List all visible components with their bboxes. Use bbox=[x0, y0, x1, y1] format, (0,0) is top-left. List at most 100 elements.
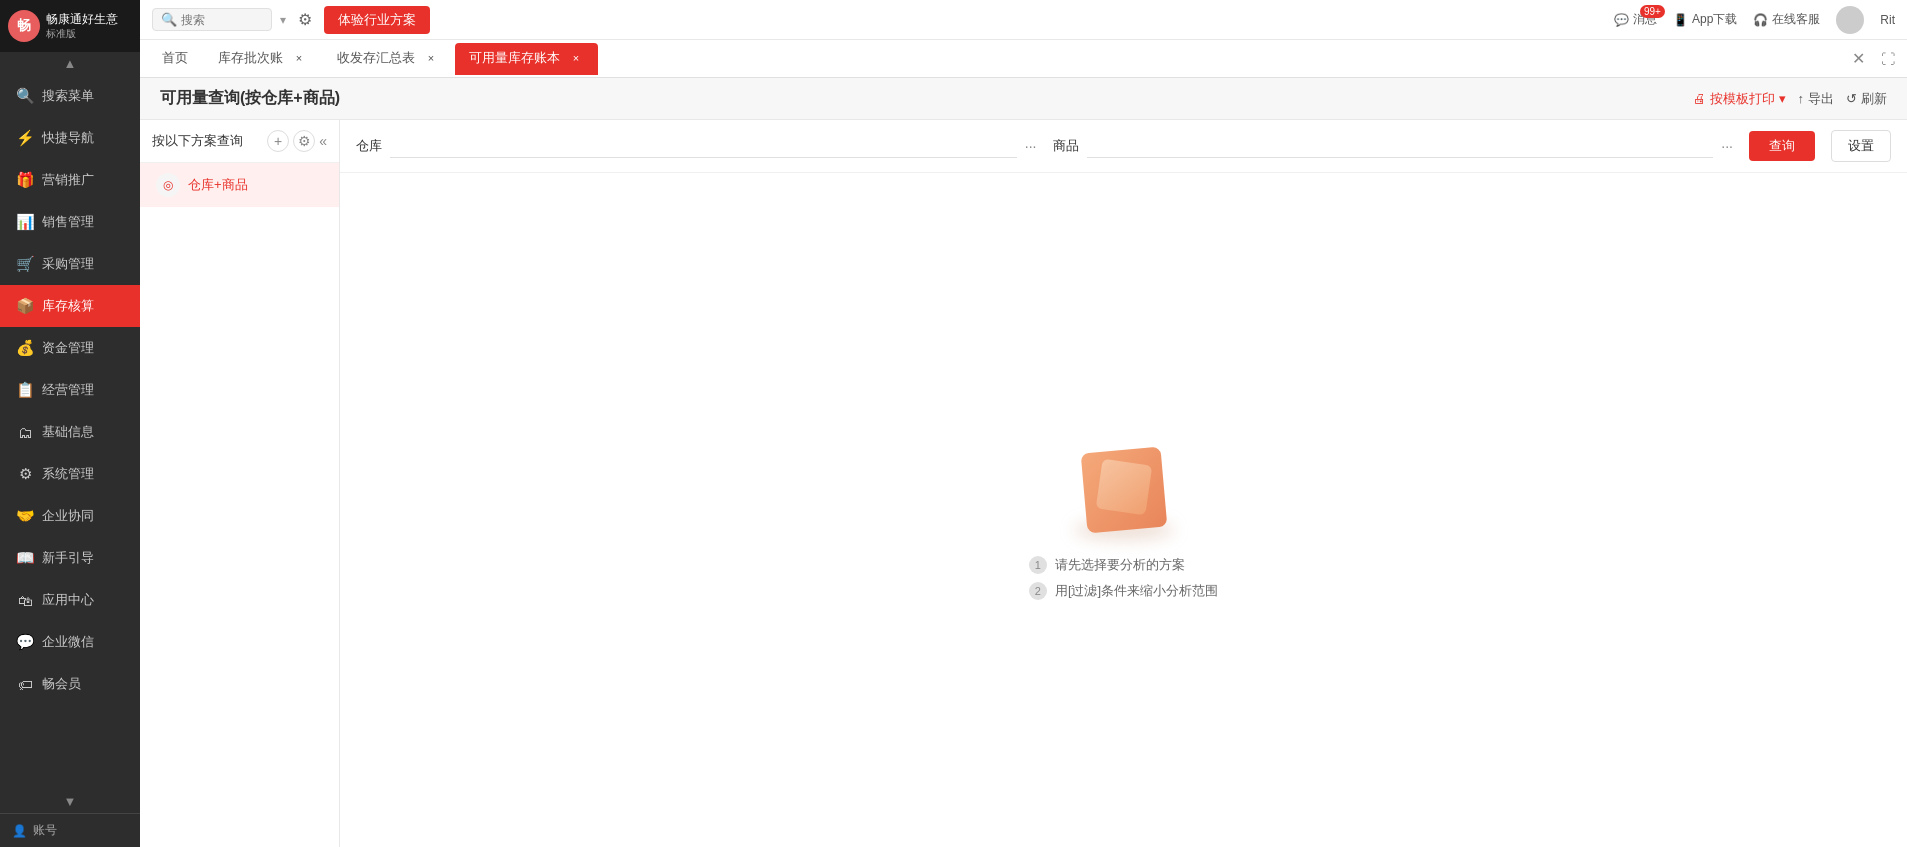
topbar-actions: 💬 消息 99+ 📱 App下载 🎧 在线客服 Rit bbox=[1614, 6, 1895, 34]
tabsbar: 首页 库存批次账 × 收发存汇总表 × 可用量库存账本 × ✕ ⛶ bbox=[140, 40, 1907, 78]
gift-icon: 🎁 bbox=[16, 171, 34, 189]
sidebar: 畅 畅康通好生意 标准版 ▲ 🔍 搜索菜单 ⚡ 快捷导航 🎁 营销推广 📊 销售… bbox=[0, 0, 140, 847]
search-icon: 🔍 bbox=[16, 87, 34, 105]
tabsbar-expand-icon[interactable]: ⛶ bbox=[1877, 49, 1899, 69]
sidebar-item-label: 经营管理 bbox=[42, 381, 94, 399]
industry-solution-button[interactable]: 体验行业方案 bbox=[324, 6, 430, 34]
sidebar-item-appstore[interactable]: 🛍 应用中心 bbox=[0, 579, 140, 621]
export-icon: ↑ bbox=[1798, 91, 1805, 106]
sidebar-item-label: 基础信息 bbox=[42, 423, 94, 441]
sidebar-header: 畅 畅康通好生意 标准版 bbox=[0, 0, 140, 52]
message-button[interactable]: 💬 消息 99+ bbox=[1614, 11, 1657, 28]
topbar-search-box[interactable]: 🔍 bbox=[152, 8, 272, 31]
tab-batch-close[interactable]: × bbox=[291, 50, 307, 66]
search-input[interactable] bbox=[181, 13, 261, 27]
clipboard-icon: 📋 bbox=[16, 381, 34, 399]
empty-hint-2: 2 用[过滤]条件来缩小分析范围 bbox=[1029, 582, 1218, 600]
refresh-icon: ↺ bbox=[1846, 91, 1857, 106]
warehouse-input[interactable] bbox=[390, 134, 1017, 158]
cart-icon: 🛒 bbox=[16, 255, 34, 273]
page-title: 可用量查询(按仓库+商品) bbox=[160, 88, 340, 109]
empty-state: 1 请先选择要分析的方案 2 用[过滤]条件来缩小分析范围 bbox=[340, 173, 1907, 847]
empty-hints: 1 请先选择要分析的方案 2 用[过滤]条件来缩小分析范围 bbox=[1029, 556, 1218, 600]
sidebar-footer[interactable]: 👤 账号 bbox=[0, 813, 140, 847]
tab-batch-label: 库存批次账 bbox=[218, 49, 283, 67]
scheme-collapse-button[interactable]: « bbox=[319, 133, 327, 149]
sidebar-scroll-down[interactable]: ▼ bbox=[0, 790, 140, 813]
money-icon: 💰 bbox=[16, 339, 34, 357]
product-label: 商品 bbox=[1053, 137, 1079, 155]
sidebar-item-operations[interactable]: 📋 经营管理 bbox=[0, 369, 140, 411]
refresh-button[interactable]: ↺ 刷新 bbox=[1846, 90, 1887, 108]
sidebar-nav: 🔍 搜索菜单 ⚡ 快捷导航 🎁 营销推广 📊 销售管理 🛒 采购管理 📦 库存核… bbox=[0, 75, 140, 790]
tab-summary-close[interactable]: × bbox=[423, 50, 439, 66]
tab-available-label: 可用量库存账本 bbox=[469, 49, 560, 67]
sidebar-title-block: 畅康通好生意 标准版 bbox=[46, 11, 118, 42]
sidebar-item-enterprise[interactable]: 🤝 企业协同 bbox=[0, 495, 140, 537]
sidebar-item-guide[interactable]: 📖 新手引导 bbox=[0, 537, 140, 579]
tab-summary[interactable]: 收发存汇总表 × bbox=[323, 43, 453, 75]
sidebar-item-sales[interactable]: 📊 销售管理 bbox=[0, 201, 140, 243]
folder-icon: 🗂 bbox=[16, 424, 34, 441]
query-button[interactable]: 查询 bbox=[1749, 131, 1815, 161]
sidebar-item-label: 销售管理 bbox=[42, 213, 94, 231]
print-button[interactable]: 🖨 按模板打印 ▾ bbox=[1693, 90, 1786, 108]
sidebar-scroll-up[interactable]: ▲ bbox=[0, 52, 140, 75]
tabsbar-close-icon[interactable]: ✕ bbox=[1848, 47, 1869, 70]
product-input[interactable] bbox=[1087, 134, 1714, 158]
wechat-icon: 💬 bbox=[16, 633, 34, 651]
customer-service-button[interactable]: 🎧 在线客服 bbox=[1753, 11, 1820, 28]
scheme-add-button[interactable]: + bbox=[267, 130, 289, 152]
sidebar-item-basic[interactable]: 🗂 基础信息 bbox=[0, 411, 140, 453]
tab-available[interactable]: 可用量库存账本 × bbox=[455, 43, 598, 75]
hint-2-label: 用[过滤]条件来缩小分析范围 bbox=[1055, 582, 1218, 600]
print-label: 按模板打印 bbox=[1710, 90, 1775, 108]
sidebar-item-quicknav[interactable]: ⚡ 快捷导航 bbox=[0, 117, 140, 159]
message-icon: 💬 bbox=[1614, 13, 1629, 27]
sidebar-item-member[interactable]: 🏷 畅会员 bbox=[0, 663, 140, 705]
sidebar-item-search[interactable]: 🔍 搜索菜单 bbox=[0, 75, 140, 117]
app-download-button[interactable]: 📱 App下载 bbox=[1673, 11, 1737, 28]
sidebar-item-label: 库存核算 bbox=[42, 297, 94, 315]
sidebar-item-system[interactable]: ⚙ 系统管理 bbox=[0, 453, 140, 495]
sidebar-item-label: 企业微信 bbox=[42, 633, 94, 651]
gear-icon: ⚙ bbox=[16, 465, 34, 483]
scheme-settings-button[interactable]: ⚙ bbox=[293, 130, 315, 152]
warehouse-field: 仓库 ··· bbox=[356, 134, 1037, 158]
sidebar-item-marketing[interactable]: 🎁 营销推广 bbox=[0, 159, 140, 201]
avatar bbox=[1836, 6, 1864, 34]
chart-icon: 📊 bbox=[16, 213, 34, 231]
sidebar-item-purchase[interactable]: 🛒 采购管理 bbox=[0, 243, 140, 285]
book-icon: 📖 bbox=[16, 549, 34, 567]
headphone-icon: 🎧 bbox=[1753, 13, 1768, 27]
tab-available-close[interactable]: × bbox=[568, 50, 584, 66]
hint-1-label: 请先选择要分析的方案 bbox=[1055, 556, 1185, 574]
tab-summary-label: 收发存汇总表 bbox=[337, 49, 415, 67]
topbar-app-label: App下载 bbox=[1692, 11, 1737, 28]
sidebar-item-inventory[interactable]: 📦 库存核算 bbox=[0, 285, 140, 327]
query-bar: 仓库 ··· 商品 ··· 查询 设置 bbox=[340, 120, 1907, 173]
chevron-down-icon[interactable]: ▾ bbox=[280, 13, 286, 27]
scheme-header: 按以下方案查询 + ⚙ « bbox=[140, 120, 339, 163]
topbar-service-label: 在线客服 bbox=[1772, 11, 1820, 28]
box-icon: 📦 bbox=[16, 297, 34, 315]
tab-batch[interactable]: 库存批次账 × bbox=[204, 43, 321, 75]
sidebar-item-label: 企业协同 bbox=[42, 507, 94, 525]
tabsbar-end: ✕ ⛶ bbox=[1848, 47, 1899, 70]
sidebar-logo: 畅 bbox=[8, 10, 40, 42]
tab-home[interactable]: 首页 bbox=[148, 43, 202, 75]
query-panel: 仓库 ··· 商品 ··· 查询 设置 bbox=[340, 120, 1907, 847]
query-settings-button[interactable]: 设置 bbox=[1831, 130, 1891, 162]
product-more-button[interactable]: ··· bbox=[1721, 138, 1733, 154]
sidebar-item-wechat[interactable]: 💬 企业微信 bbox=[0, 621, 140, 663]
scheme-panel: 按以下方案查询 + ⚙ « ◎ 仓库+商品 bbox=[140, 120, 340, 847]
export-button[interactable]: ↑ 导出 bbox=[1798, 90, 1835, 108]
username-label[interactable]: Rit bbox=[1880, 13, 1895, 27]
sidebar-subtitle: 标准版 bbox=[46, 27, 118, 41]
printer-icon: 🖨 bbox=[1693, 91, 1706, 106]
scheme-item-warehouse-product[interactable]: ◎ 仓库+商品 bbox=[140, 163, 339, 207]
gear-icon[interactable]: ⚙ bbox=[294, 6, 316, 33]
warehouse-more-button[interactable]: ··· bbox=[1025, 138, 1037, 154]
sidebar-item-finance[interactable]: 💰 资金管理 bbox=[0, 327, 140, 369]
page-header: 可用量查询(按仓库+商品) 🖨 按模板打印 ▾ ↑ 导出 ↺ 刷新 bbox=[140, 78, 1907, 120]
